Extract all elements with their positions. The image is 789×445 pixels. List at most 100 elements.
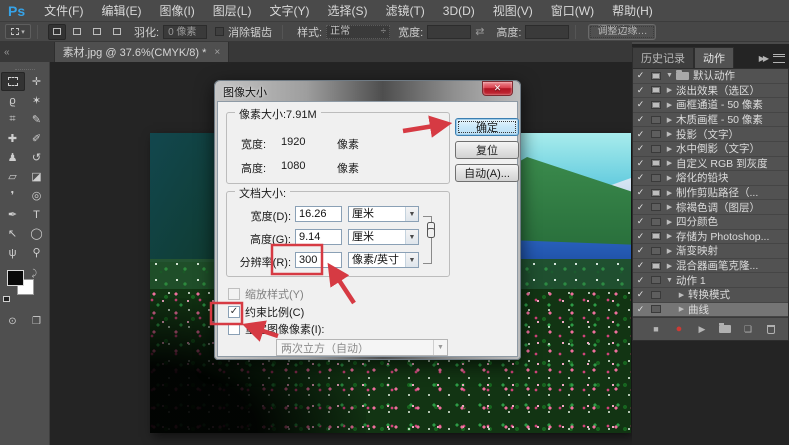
doc-width-unit-select[interactable]: 厘米 ▼ xyxy=(348,206,419,222)
check-icon[interactable]: ✓ xyxy=(633,143,648,154)
dialog-toggle-icon[interactable] xyxy=(650,86,661,95)
expand-closed-icon[interactable]: ▶ xyxy=(675,291,688,299)
check-icon[interactable]: ✓ xyxy=(633,187,648,198)
dialog-titlebar[interactable]: 图像大小 ✕ xyxy=(214,80,521,101)
tool-move[interactable]: ✛ xyxy=(25,72,49,91)
check-icon[interactable]: ✓ xyxy=(633,85,648,96)
tool-preset-picker[interactable]: ▾ xyxy=(5,24,31,39)
action-label[interactable]: 木质画框 - 50 像素 xyxy=(676,113,763,127)
checkbox-icon[interactable]: ✓ xyxy=(228,306,240,318)
check-icon[interactable]: ✓ xyxy=(633,172,648,183)
add-to-selection-button[interactable] xyxy=(68,24,86,40)
action-row[interactable]: ✓ ▶ 自定义 RGB 到灰度 xyxy=(633,157,788,172)
dialog-toggle-icon[interactable] xyxy=(650,188,661,197)
tool-healing-brush[interactable]: ✚ xyxy=(1,129,25,148)
tool-pen[interactable]: ✒ xyxy=(1,205,25,224)
action-row[interactable]: ✓ ▶ 混合器画笔克隆... xyxy=(633,259,788,274)
action-label[interactable]: 动作 1 xyxy=(676,273,706,287)
dialog-toggle-icon[interactable] xyxy=(650,203,661,212)
tool-crop[interactable]: ⌗ xyxy=(1,110,25,129)
action-row[interactable]: ✓ ▶ 曲线 xyxy=(633,302,788,318)
checkbox-row[interactable]: 缩放样式(Y) xyxy=(228,287,304,301)
checkbox-icon[interactable] xyxy=(228,323,240,335)
tool-magic-wand[interactable]: ✶ xyxy=(25,91,49,110)
check-icon[interactable]: ✓ xyxy=(633,304,648,315)
panel-tab-history[interactable]: 历史记录 xyxy=(632,47,694,68)
dialog-toggle-icon[interactable] xyxy=(650,261,661,270)
action-label[interactable]: 淡出效果（选区） xyxy=(676,84,760,98)
menu-item[interactable]: 图像(I) xyxy=(150,0,203,22)
checkbox-row[interactable]: ✓ 约束比例(C) xyxy=(228,305,304,319)
resample-method-select[interactable]: 两次立方（自动） ▼ xyxy=(276,339,448,356)
check-icon[interactable]: ✓ xyxy=(633,129,648,140)
action-row[interactable]: ✓ ▼ 默认动作 xyxy=(633,69,788,84)
menu-item[interactable]: 视图(V) xyxy=(484,0,542,22)
dialog-toggle-icon[interactable] xyxy=(650,71,661,80)
menu-item[interactable]: 选择(S) xyxy=(318,0,376,22)
swap-colors-icon[interactable]: ⤸ xyxy=(32,268,37,279)
expand-closed-icon[interactable]: ▶ xyxy=(663,86,676,94)
dialog-toggle-icon[interactable] xyxy=(650,305,661,314)
check-icon[interactable]: ✓ xyxy=(633,70,648,81)
action-label[interactable]: 棕褐色调（图层） xyxy=(676,200,760,214)
action-label[interactable]: 混合器画笔克隆... xyxy=(676,259,758,273)
expand-closed-icon[interactable]: ▶ xyxy=(663,174,676,182)
dialog-toggle-icon[interactable] xyxy=(650,232,661,241)
expand-closed-icon[interactable]: ▶ xyxy=(663,189,676,197)
dialog-toggle-icon[interactable] xyxy=(650,100,661,109)
expand-closed-icon[interactable]: ▶ xyxy=(663,101,676,109)
tool-eyedropper[interactable]: ✎ xyxy=(25,110,49,129)
check-icon[interactable]: ✓ xyxy=(633,99,648,110)
dialog-toggle-icon[interactable] xyxy=(650,173,661,182)
resolution-unit-select[interactable]: 像素/英寸 ▼ xyxy=(348,252,419,268)
check-icon[interactable]: ✓ xyxy=(633,289,648,300)
menu-item[interactable]: 编辑(E) xyxy=(92,0,150,22)
width-input[interactable] xyxy=(427,24,472,39)
action-row[interactable]: ✓ ▶ 存储为 Photoshop... xyxy=(633,230,788,245)
tool-clone-stamp[interactable]: ♟ xyxy=(1,148,25,167)
tool-lasso[interactable]: ϱ xyxy=(1,91,25,110)
expand-closed-icon[interactable]: ▶ xyxy=(663,130,676,138)
subtract-from-selection-button[interactable] xyxy=(88,24,106,40)
reset-button[interactable]: 复位 xyxy=(455,141,519,159)
height-input[interactable] xyxy=(525,24,570,39)
tab-close-icon[interactable]: × xyxy=(214,47,220,58)
doc-height-input[interactable]: 9.14 xyxy=(295,229,342,245)
menu-item[interactable]: 滤镜(T) xyxy=(376,0,433,22)
menu-item[interactable]: 帮助(H) xyxy=(603,0,662,22)
action-label[interactable]: 默认动作 xyxy=(693,69,735,83)
expand-closed-icon[interactable]: ▶ xyxy=(663,203,676,211)
checkbox-icon[interactable] xyxy=(228,288,240,300)
menu-item[interactable]: 图层(L) xyxy=(204,0,261,22)
tool-type[interactable]: T xyxy=(25,205,49,224)
new-set-button[interactable] xyxy=(718,322,732,336)
tool-rectangular-marquee[interactable] xyxy=(0,72,25,91)
dialog-toggle-icon[interactable] xyxy=(650,144,661,153)
doc-height-unit-select[interactable]: 厘米 ▼ xyxy=(348,229,419,245)
check-icon[interactable]: ✓ xyxy=(633,231,648,242)
dialog-toggle-icon[interactable] xyxy=(650,246,661,255)
panel-menu-icon[interactable] xyxy=(773,54,785,63)
refine-edge-button[interactable]: 调整边缘… xyxy=(588,23,657,40)
expand-open-icon[interactable]: ▼ xyxy=(663,72,676,79)
tool-history-brush[interactable]: ↺ xyxy=(25,148,49,167)
swap-dimensions-icon[interactable]: ⇄ xyxy=(475,25,484,38)
action-row[interactable]: ✓ ▶ 四分颜色 xyxy=(633,215,788,230)
tool-path-selection[interactable]: ↖ xyxy=(1,224,25,243)
action-row[interactable]: ✓ ▶ 水中倒影（文字） xyxy=(633,142,788,157)
action-row[interactable]: ✓ ▶ 棕褐色调（图层） xyxy=(633,200,788,215)
delete-button[interactable] xyxy=(764,322,778,336)
tool-dodge[interactable]: ◎ xyxy=(25,186,49,205)
ok-button[interactable]: 确定 xyxy=(455,118,519,136)
play-button[interactable]: ▶ xyxy=(695,322,709,336)
action-label[interactable]: 自定义 RGB 到灰度 xyxy=(676,157,768,171)
action-label[interactable]: 渐变映射 xyxy=(676,244,718,258)
expand-closed-icon[interactable]: ▶ xyxy=(663,218,676,226)
action-label[interactable]: 存储为 Photoshop... xyxy=(676,230,769,244)
expand-closed-icon[interactable]: ▶ xyxy=(663,232,676,240)
expand-closed-icon[interactable]: ▶ xyxy=(663,159,676,167)
action-row[interactable]: ✓ ▼ 动作 1 xyxy=(633,273,788,288)
menu-item[interactable]: 3D(D) xyxy=(434,0,484,22)
action-row[interactable]: ✓ ▶ 画框通道 - 50 像素 xyxy=(633,98,788,113)
action-row[interactable]: ✓ ▶ 制作剪贴路径（... xyxy=(633,186,788,201)
